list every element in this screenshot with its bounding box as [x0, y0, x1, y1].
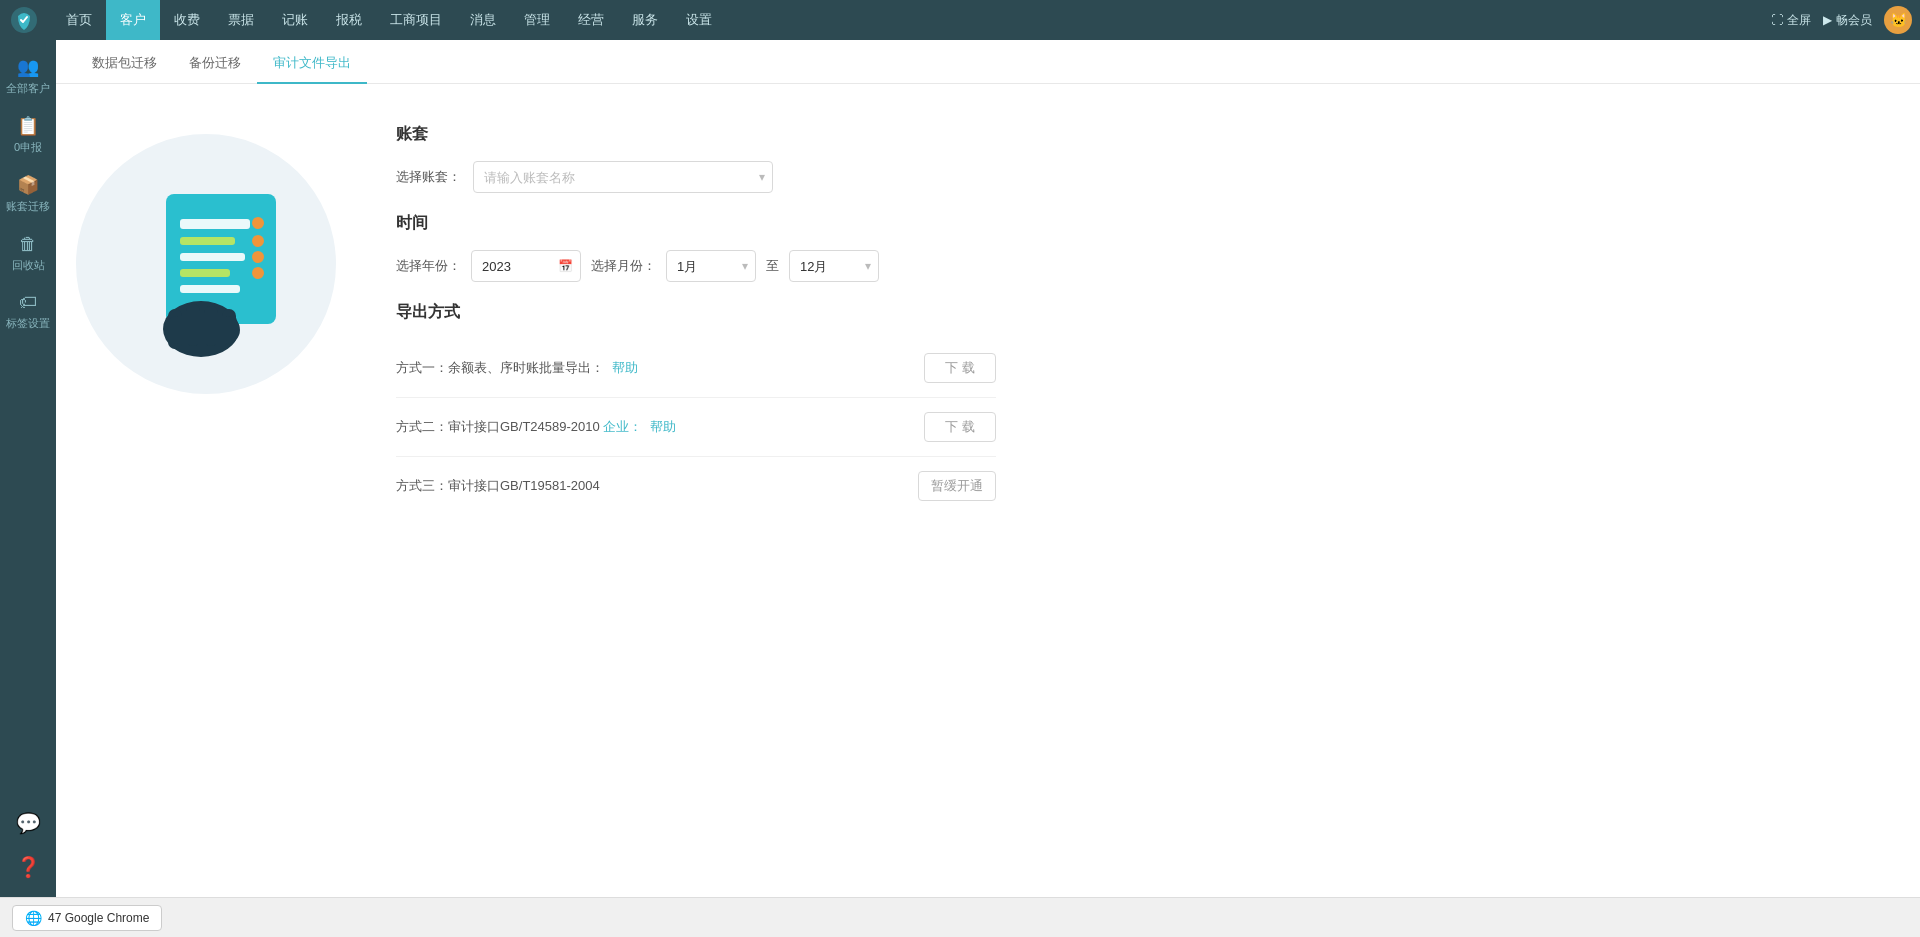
top-navigation: 首页 客户 收费 票据 记账 报税 工商项目 消息 管理 经营 服务 设置 ⛶ … [0, 0, 1920, 40]
content-area: 数据包迁移 备份迁移 审计文件导出 [56, 40, 1920, 897]
sidebar-item-label-zero-report: 0申报 [14, 141, 42, 154]
main-layout: 👥 全部客户 📋 0申报 📦 账套迁移 🗑 回收站 🏷 标签设置 💬 ❓ 数据包… [0, 40, 1920, 897]
nav-right-area: ⛶ 全屏 ▶ 畅会员 🐱 [1771, 6, 1912, 34]
sidebar-item-label-recycle: 回收站 [12, 259, 45, 272]
export-section-title: 导出方式 [396, 302, 996, 323]
sidebar-item-recycle[interactable]: 🗑 回收站 [0, 226, 56, 280]
tab-bar: 数据包迁移 备份迁移 审计文件导出 [56, 40, 1920, 84]
member-label: 畅会员 [1836, 12, 1872, 29]
nav-management[interactable]: 管理 [510, 0, 564, 40]
nav-menu: 首页 客户 收费 票据 记账 报税 工商项目 消息 管理 经营 服务 设置 [52, 0, 1771, 40]
method-3-soon-btn[interactable]: 暂缓开通 [918, 471, 996, 501]
illustration-area [76, 114, 336, 867]
taskbar-chrome-label: 47 Google Chrome [48, 911, 149, 925]
svg-rect-16 [164, 316, 240, 344]
month-start-wrap: 1月2月3月4月 5月6月7月8月 9月10月11月12月 ▾ [666, 250, 756, 282]
method-2-company-link[interactable]: 企业： [603, 419, 642, 434]
svg-rect-6 [180, 285, 240, 293]
svg-rect-4 [180, 253, 245, 261]
time-row: 选择年份： 📅 选择月份： 1月2月3月4月 5月6月7月8月 9月10月11月… [396, 250, 996, 282]
month-end-select[interactable]: 1月2月3月4月 5月6月7月8月 9月10月11月12月 [789, 250, 879, 282]
member-icon: ▶ [1823, 13, 1832, 27]
tab-backup[interactable]: 备份迁移 [173, 44, 257, 84]
svg-point-7 [252, 217, 264, 229]
time-section-title: 时间 [396, 213, 996, 234]
svg-point-9 [252, 251, 264, 263]
nav-service[interactable]: 服务 [618, 0, 672, 40]
taskbar: 🌐 47 Google Chrome [0, 897, 1920, 937]
svg-point-10 [252, 267, 264, 279]
export-method-1: 方式一：余额表、序时账批量导出： 帮助 下 载 [396, 339, 996, 398]
tags-icon: 🏷 [19, 292, 37, 313]
migrate-icon: 📦 [17, 174, 39, 196]
customers-icon: 👥 [17, 56, 39, 78]
sidebar-item-label-migrate: 账套迁移 [6, 200, 50, 213]
sidebar-item-tags[interactable]: 🏷 标签设置 [0, 284, 56, 338]
sidebar-help-icon[interactable]: ❓ [10, 849, 47, 885]
nav-customers[interactable]: 客户 [106, 0, 160, 40]
fullscreen-button[interactable]: ⛶ 全屏 [1771, 12, 1811, 29]
method-1-help-link[interactable]: 帮助 [612, 360, 638, 375]
to-label: 至 [766, 257, 779, 275]
sidebar-notification-icon[interactable]: 💬 [10, 805, 47, 841]
method-1-download-btn[interactable]: 下 载 [924, 353, 996, 383]
fullscreen-icon: ⛶ [1771, 13, 1783, 27]
method-2-help-link[interactable]: 帮助 [650, 419, 676, 434]
sidebar-item-account-migrate[interactable]: 📦 账套迁移 [0, 166, 56, 221]
fullscreen-label: 全屏 [1787, 12, 1811, 29]
export-method-2: 方式二：审计接口GB/T24589-2010 企业： 帮助 下 载 [396, 398, 996, 457]
export-method-1-label: 方式一：余额表、序时账批量导出： 帮助 [396, 359, 638, 377]
sidebar-item-label-customers: 全部客户 [6, 82, 50, 95]
year-label: 选择年份： [396, 257, 461, 275]
svg-rect-5 [180, 269, 230, 277]
method-2-download-btn[interactable]: 下 载 [924, 412, 996, 442]
nav-home[interactable]: 首页 [52, 0, 106, 40]
nav-tax[interactable]: 报税 [322, 0, 376, 40]
form-area: 账套 选择账套： ▾ 时间 选择年份： 📅 [396, 114, 996, 867]
month-start-select[interactable]: 1月2月3月4月 5月6月7月8月 9月10月11月12月 [666, 250, 756, 282]
app-logo [8, 4, 40, 36]
account-row: 选择账套： ▾ [396, 161, 996, 193]
month-start-label: 选择月份： [591, 257, 656, 275]
nav-business[interactable]: 工商项目 [376, 0, 456, 40]
svg-rect-2 [180, 219, 250, 229]
sidebar-item-label-tags: 标签设置 [6, 317, 50, 330]
main-content-area: 账套 选择账套： ▾ 时间 选择年份： 📅 [56, 84, 1920, 897]
tab-data-package[interactable]: 数据包迁移 [76, 44, 173, 84]
year-input-wrap: 📅 [471, 250, 581, 282]
avatar[interactable]: 🐱 [1884, 6, 1912, 34]
recycle-icon: 🗑 [19, 234, 37, 255]
member-button[interactable]: ▶ 畅会员 [1823, 12, 1872, 29]
account-input[interactable] [473, 161, 773, 193]
account-section-title: 账套 [396, 124, 996, 145]
sidebar-item-all-customers[interactable]: 👥 全部客户 [0, 48, 56, 103]
export-methods: 方式一：余额表、序时账批量导出： 帮助 下 载 方式二：审计接口GB/T2458… [396, 339, 996, 515]
tab-audit-export[interactable]: 审计文件导出 [257, 44, 367, 84]
nav-messages[interactable]: 消息 [456, 0, 510, 40]
year-input[interactable] [471, 250, 581, 282]
nav-operation[interactable]: 经营 [564, 0, 618, 40]
account-input-wrap: ▾ [473, 161, 773, 193]
zero-report-icon: 📋 [17, 115, 39, 137]
taskbar-chrome[interactable]: 🌐 47 Google Chrome [12, 905, 162, 931]
sidebar: 👥 全部客户 📋 0申报 📦 账套迁移 🗑 回收站 🏷 标签设置 💬 ❓ [0, 40, 56, 897]
nav-invoice[interactable]: 票据 [214, 0, 268, 40]
export-method-2-label: 方式二：审计接口GB/T24589-2010 企业： 帮助 [396, 418, 676, 436]
svg-rect-3 [180, 237, 235, 245]
export-method-3: 方式三：审计接口GB/T19581-2004 暂缓开通 [396, 457, 996, 515]
illustration-circle [76, 134, 336, 394]
export-method-3-label: 方式三：审计接口GB/T19581-2004 [396, 477, 600, 495]
sidebar-item-zero-report[interactable]: 📋 0申报 [0, 107, 56, 162]
nav-settings[interactable]: 设置 [672, 0, 726, 40]
nav-billing[interactable]: 收费 [160, 0, 214, 40]
account-label: 选择账套： [396, 168, 461, 186]
sidebar-bottom: 💬 ❓ [10, 805, 47, 897]
chrome-icon: 🌐 [25, 910, 42, 926]
nav-accounting[interactable]: 记账 [268, 0, 322, 40]
svg-point-8 [252, 235, 264, 247]
month-end-wrap: 1月2月3月4月 5月6月7月8月 9月10月11月12月 ▾ [789, 250, 879, 282]
